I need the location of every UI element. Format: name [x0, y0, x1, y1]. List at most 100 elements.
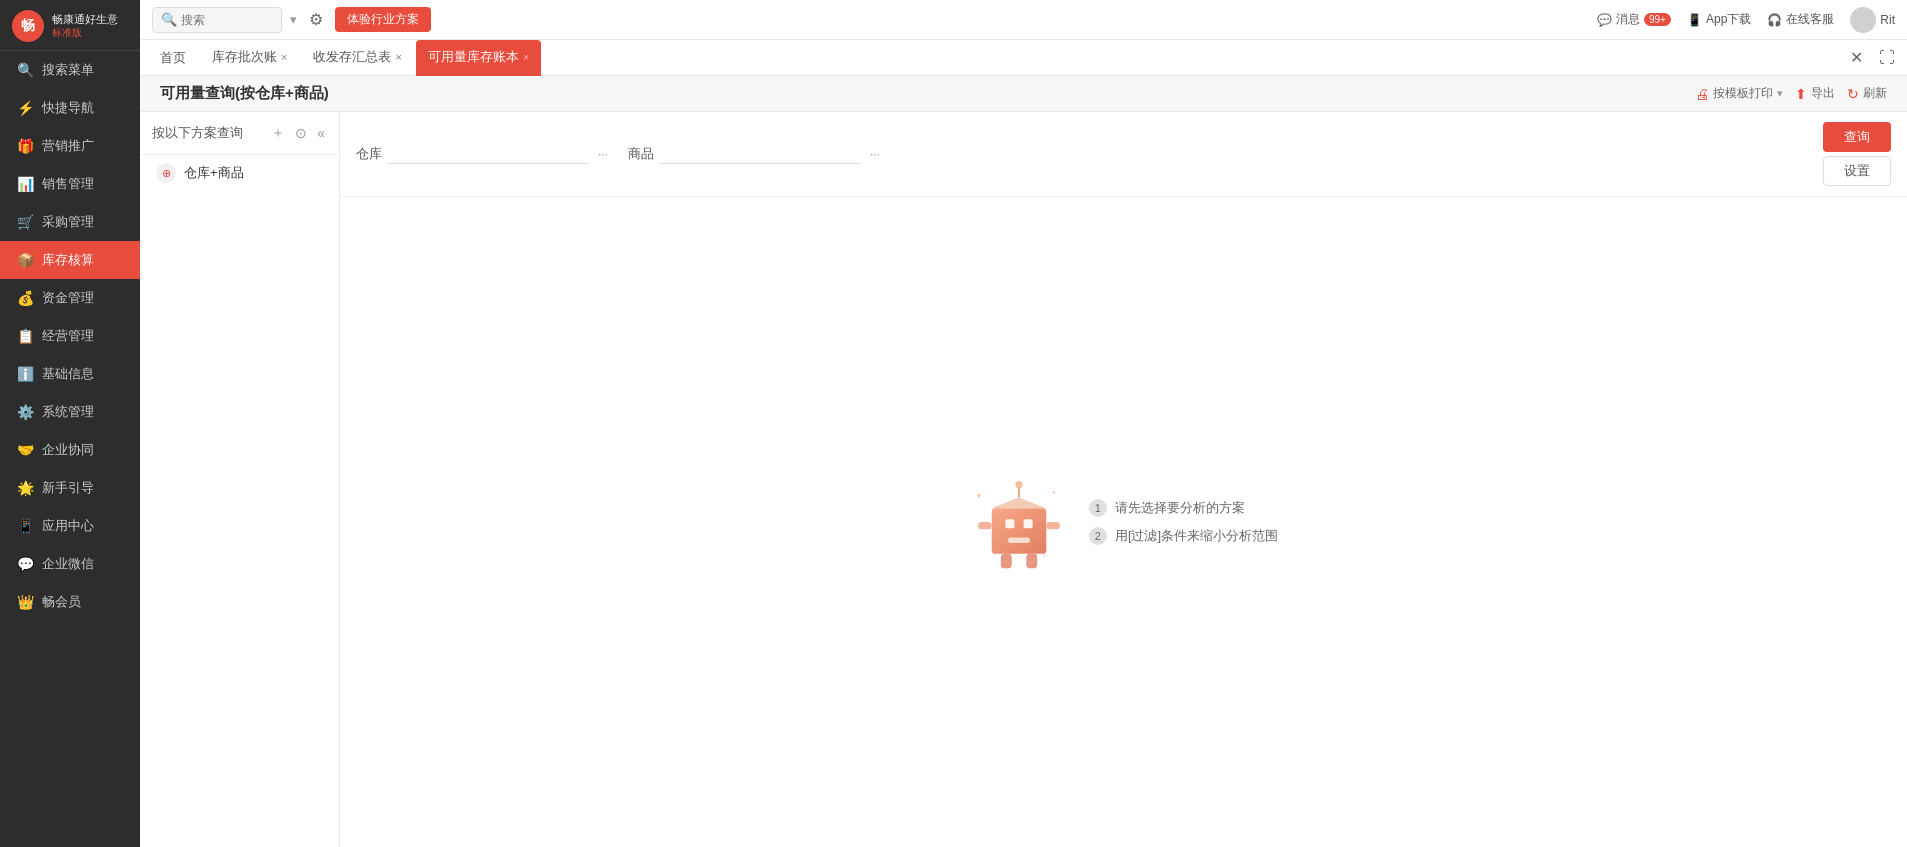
sidebar-item-operations[interactable]: 📋 经营管理 [0, 317, 140, 355]
tab-summary[interactable]: 收发存汇总表 × [301, 40, 413, 76]
sidebar-item-label: 资金管理 [42, 289, 94, 307]
sidebar-item-sales[interactable]: 📊 销售管理 [0, 165, 140, 203]
sidebar-item-purchase[interactable]: 🛒 采购管理 [0, 203, 140, 241]
print-chevron-icon[interactable]: ▾ [1777, 87, 1783, 100]
goods-more-button[interactable]: ··· [866, 145, 884, 163]
sidebar-item-basic[interactable]: ℹ️ 基础信息 [0, 355, 140, 393]
sidebar: 畅 畅康通好生意 标准版 🔍 搜索菜单 ⚡ 快捷导航 🎁 营销推广 📊 销售管理… [0, 0, 140, 847]
tab-batch-close[interactable]: × [281, 51, 287, 63]
sales-icon: 📊 [16, 176, 34, 192]
tab-summary-close[interactable]: × [395, 51, 401, 63]
svg-rect-0 [992, 508, 1047, 553]
content-area: 按以下方案查询 ＋ ⊙ « ⊕ 仓库+商品 仓库 ··· [140, 112, 1907, 847]
svg-rect-3 [1023, 519, 1032, 528]
basic-icon: ℹ️ [16, 366, 34, 382]
tab-summary-label: 收发存汇总表 [313, 48, 391, 66]
export-button[interactable]: ⬆ 导出 [1795, 85, 1835, 102]
goods-filter-input[interactable] [660, 144, 860, 164]
query-button[interactable]: 查询 [1823, 122, 1891, 152]
refresh-button[interactable]: ↻ 刷新 [1847, 85, 1887, 102]
sidebar-item-label: 销售管理 [42, 175, 94, 193]
tab-home[interactable]: 首页 [148, 40, 198, 76]
warehouse-filter-label: 仓库 [356, 145, 382, 163]
apps-icon: 📱 [16, 518, 34, 534]
app-download-button[interactable]: 📱 App下载 [1687, 11, 1751, 28]
left-panel-header: 按以下方案查询 ＋ ⊙ « [140, 112, 339, 155]
message-button[interactable]: 💬 消息 99+ [1597, 11, 1671, 28]
system-icon: ⚙️ [16, 404, 34, 420]
tab-close-icon[interactable]: ✕ [1846, 44, 1867, 71]
sidebar-item-label: 基础信息 [42, 365, 94, 383]
sidebar-item-label: 营销推广 [42, 137, 94, 155]
sidebar-item-marketing[interactable]: 🎁 营销推广 [0, 127, 140, 165]
tab-available-close[interactable]: × [523, 51, 529, 63]
app-name: 畅康通好生意 [52, 12, 118, 26]
tab-available[interactable]: 可用量库存账本 × [416, 40, 541, 76]
topbar-right: 💬 消息 99+ 📱 App下载 🎧 在线客服 Rit [1597, 7, 1895, 33]
user-avatar-area[interactable]: Rit [1850, 7, 1895, 33]
print-label: 按模板打印 [1713, 85, 1773, 102]
topbar-search-input[interactable] [181, 13, 273, 27]
svg-rect-2 [1005, 519, 1014, 528]
svg-text:✦: ✦ [975, 491, 983, 501]
sidebar-item-label: 采购管理 [42, 213, 94, 231]
marketing-icon: 🎁 [16, 138, 34, 154]
sidebar-item-member[interactable]: 👑 畅会员 [0, 583, 140, 621]
tip-num-1: 1 [1089, 499, 1107, 517]
svg-text:✦: ✦ [1051, 488, 1057, 497]
sidebar-item-search[interactable]: 🔍 搜索菜单 [0, 51, 140, 89]
export-icon: ⬆ [1795, 86, 1807, 102]
tab-batch[interactable]: 库存批次账 × [200, 40, 299, 76]
app-download-label: App下载 [1706, 11, 1751, 28]
collapse-panel-button[interactable]: « [315, 123, 327, 143]
topbar: 🔍 ▾ ⚙ 体验行业方案 💬 消息 99+ 📱 App下载 🎧 在线客服 Rit [140, 0, 1907, 40]
tab-expand-icon[interactable]: ⛶ [1875, 45, 1899, 71]
settings-button[interactable]: 设置 [1823, 156, 1891, 186]
sidebar-item-coop[interactable]: 🤝 企业协同 [0, 431, 140, 469]
message-badge: 99+ [1644, 13, 1671, 26]
export-label: 导出 [1811, 85, 1835, 102]
sidebar-item-wechat[interactable]: 💬 企业微信 [0, 545, 140, 583]
sidebar-item-inventory[interactable]: 📦 库存核算 [0, 241, 140, 279]
topbar-search-box[interactable]: 🔍 [152, 7, 282, 33]
add-scheme-button[interactable]: ＋ [269, 122, 287, 144]
settings-scheme-button[interactable]: ⊙ [293, 123, 309, 143]
warehouse-filter-input[interactable] [388, 144, 588, 164]
sidebar-item-system[interactable]: ⚙️ 系统管理 [0, 393, 140, 431]
page-header: 可用量查询(按仓库+商品) 🖨 按模板打印 ▾ ⬆ 导出 ↻ 刷新 [140, 76, 1907, 112]
sidebar-item-label: 新手引导 [42, 479, 94, 497]
goods-filter-group: 商品 ··· [628, 144, 884, 164]
left-panel-actions: ＋ ⊙ « [269, 122, 327, 144]
avatar [1850, 7, 1876, 33]
sidebar-item-quick[interactable]: ⚡ 快捷导航 [0, 89, 140, 127]
headset-icon: 🎧 [1767, 13, 1782, 27]
online-service-button[interactable]: 🎧 在线客服 [1767, 11, 1834, 28]
filter-actions: 查询 设置 [1823, 122, 1891, 186]
print-button[interactable]: 🖨 按模板打印 ▾ [1695, 85, 1783, 102]
username-label: Rit [1880, 13, 1895, 27]
coop-icon: 🤝 [16, 442, 34, 458]
left-panel-title: 按以下方案查询 [152, 124, 243, 142]
svg-rect-8 [1026, 554, 1037, 569]
empty-illustration: ✦ ✦ ✦ [969, 472, 1069, 572]
scheme-item-warehouse-goods[interactable]: ⊕ 仓库+商品 [140, 155, 339, 191]
guide-icon: 🌟 [16, 480, 34, 496]
warehouse-more-button[interactable]: ··· [594, 145, 612, 163]
sidebar-item-finance[interactable]: 💰 资金管理 [0, 279, 140, 317]
message-icon: 💬 [1597, 13, 1612, 27]
operations-icon: 📋 [16, 328, 34, 344]
settings-icon[interactable]: ⚙ [305, 10, 327, 29]
page-title: 可用量查询(按仓库+商品) [160, 84, 329, 103]
topbar-chevron-icon[interactable]: ▾ [290, 12, 297, 27]
tab-available-label: 可用量库存账本 [428, 48, 519, 66]
sidebar-item-guide[interactable]: 🌟 新手引导 [0, 469, 140, 507]
inventory-icon: 📦 [16, 252, 34, 268]
industry-solution-button[interactable]: 体验行业方案 [335, 7, 431, 32]
tabs-right-actions: ✕ ⛶ [1846, 44, 1899, 71]
sidebar-item-apps[interactable]: 📱 应用中心 [0, 507, 140, 545]
tip-text-2: 用[过滤]条件来缩小分析范围 [1115, 527, 1278, 545]
empty-tip-1: 1 请先选择要分析的方案 [1089, 499, 1278, 517]
empty-tips: 1 请先选择要分析的方案 2 用[过滤]条件来缩小分析范围 [1089, 499, 1278, 545]
tip-num-2: 2 [1089, 527, 1107, 545]
svg-rect-4 [1008, 537, 1030, 542]
